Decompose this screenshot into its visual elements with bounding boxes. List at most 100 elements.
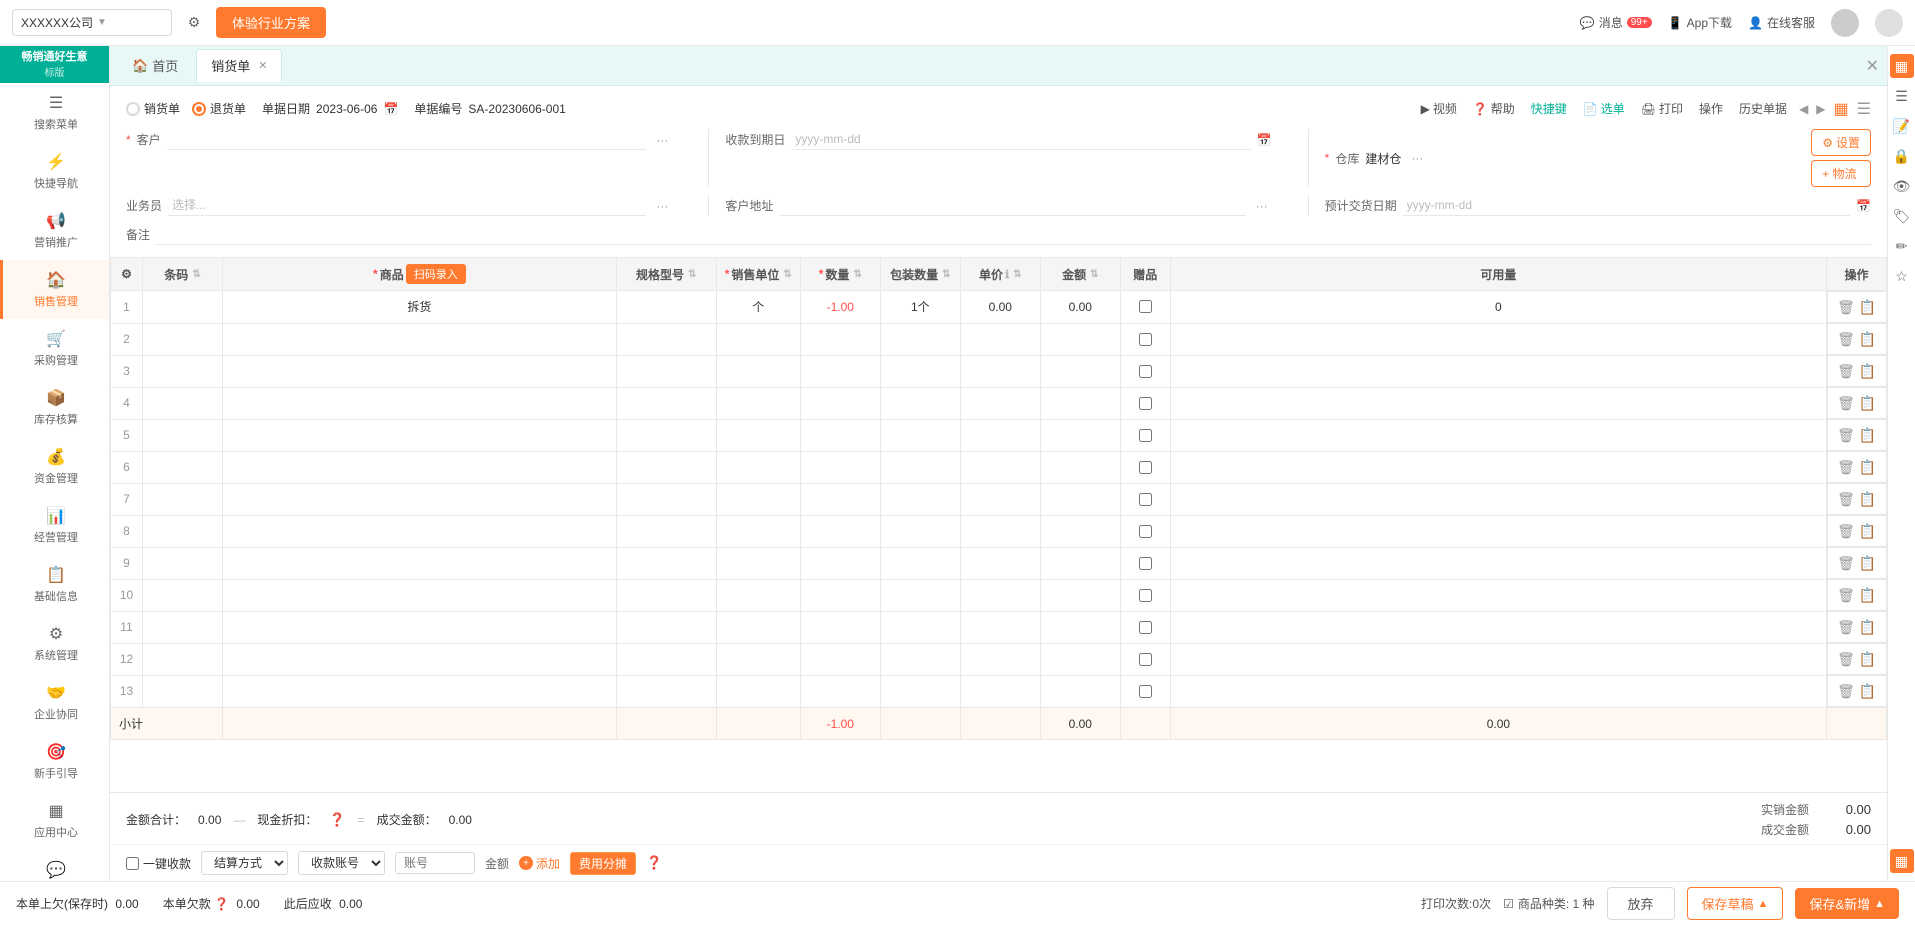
warehouse-ellipsis[interactable]: ··· (1407, 151, 1427, 165)
sidebar-item-search[interactable]: ☰ 搜索菜单 (0, 83, 109, 142)
message-item[interactable]: 💬 消息 99+ (1580, 14, 1652, 31)
row1-price[interactable]: 0.00 (960, 291, 1040, 324)
one-key-payment-checkbox[interactable]: 一键收款 (126, 855, 191, 872)
row1-qty[interactable]: -1.00 (800, 291, 880, 324)
row6-del[interactable]: 🗑 (1837, 459, 1855, 476)
th-settings[interactable]: ⚙ (111, 258, 143, 291)
customer-ellipsis[interactable]: ··· (652, 133, 672, 147)
right-panel-tag-icon[interactable]: 🏷 (1890, 204, 1914, 228)
row1-barcode[interactable] (143, 291, 223, 324)
company-selector[interactable]: XXXXXX公司 ▼ (12, 9, 172, 36)
row5-copy[interactable]: 📋 (1859, 427, 1876, 444)
pack-qty-sort-icon[interactable]: ⇅ (942, 269, 950, 280)
sidebar-item-operation[interactable]: 📊 经营管理 (0, 496, 109, 555)
fee-distribution-btn[interactable]: 费用分摊 (570, 852, 636, 875)
row12-del[interactable]: 🗑 (1837, 651, 1855, 668)
row13-copy[interactable]: 📋 (1859, 683, 1876, 700)
table-settings-icon[interactable]: ⚙ (121, 267, 132, 281)
right-panel-grid-icon[interactable]: ▦ (1890, 54, 1914, 78)
sidebar-item-wechat[interactable]: 💬 企业微信 (0, 850, 109, 881)
price-sort-icon[interactable]: ⇅ (1013, 269, 1021, 280)
sidebar-item-basic[interactable]: 📋 基础信息 (0, 555, 109, 614)
sidebar-item-marketing[interactable]: 📢 营销推广 (0, 201, 109, 260)
customer-input[interactable] (167, 129, 647, 150)
one-key-cb[interactable] (126, 857, 139, 870)
row10-del[interactable]: 🗑 (1837, 587, 1855, 604)
online-service-item[interactable]: 👤 在线客服 (1748, 14, 1815, 31)
address-ellipsis[interactable]: ··· (1252, 199, 1272, 213)
row4-del[interactable]: 🗑 (1837, 395, 1855, 412)
receive-calendar-icon[interactable]: 📅 (1257, 133, 1272, 147)
tab-close-icon[interactable]: ✕ (258, 59, 267, 72)
expected-date-input[interactable] (1403, 195, 1850, 216)
row5-del[interactable]: 🗑 (1837, 427, 1855, 444)
expected-calendar-icon[interactable]: 📅 (1856, 199, 1871, 213)
right-panel-note-icon[interactable]: 📝 (1890, 114, 1914, 138)
shortcut-btn[interactable]: 快捷键 (1527, 98, 1571, 119)
sidebar-item-enterprise[interactable]: 🤝 企业协同 (0, 673, 109, 732)
row9-del[interactable]: 🗑 (1837, 555, 1855, 572)
sidebar-item-system[interactable]: ⚙ 系统管理 (0, 614, 109, 673)
setting-button[interactable]: ⚙ 设置 (1811, 129, 1871, 156)
add-payment-btn[interactable]: + 添加 (519, 855, 560, 872)
discount-help-icon[interactable]: ❓ (329, 812, 345, 828)
row6-gift-cb[interactable] (1139, 461, 1152, 474)
logistics-button[interactable]: + 物流 (1811, 160, 1871, 187)
row3-copy[interactable]: 📋 (1859, 363, 1876, 380)
row6-copy[interactable]: 📋 (1859, 459, 1876, 476)
trial-button[interactable]: 体验行业方案 (216, 7, 326, 38)
help-btn[interactable]: ❓ 帮助 (1469, 98, 1519, 119)
row9-copy[interactable]: 📋 (1859, 555, 1876, 572)
right-panel-list-icon[interactable]: ☰ (1890, 84, 1914, 108)
grid-view-icon[interactable]: ▦ (1834, 99, 1849, 119)
row10-gift-cb[interactable] (1139, 589, 1152, 602)
return-order-radio[interactable]: 退货单 (192, 100, 246, 117)
save-draft-button[interactable]: 保存草稿 ▲ (1687, 887, 1784, 920)
barcode-sort-icon[interactable]: ⇅ (192, 269, 200, 280)
row8-del[interactable]: 🗑 (1837, 523, 1855, 540)
avatar[interactable] (1831, 9, 1859, 37)
sidebar-item-guide[interactable]: 🎯 新手引导 (0, 732, 109, 791)
date-calendar-icon[interactable]: 📅 (383, 102, 398, 116)
account-select[interactable]: 收款账号 (298, 851, 385, 875)
fee-help-icon[interactable]: ❓ (646, 855, 662, 871)
row2-copy[interactable]: 📋 (1859, 331, 1876, 348)
operation-btn[interactable]: 操作 (1695, 98, 1727, 119)
sales-order-radio[interactable]: 销货单 (126, 100, 180, 117)
spec-sort-icon[interactable]: ⇅ (688, 269, 696, 280)
row9-gift-cb[interactable] (1139, 557, 1152, 570)
row8-gift-cb[interactable] (1139, 525, 1152, 538)
right-panel-star-icon[interactable]: ☆ (1890, 264, 1914, 288)
settlement-method-select[interactable]: 结算方式 (201, 851, 288, 875)
row2-gift-cb[interactable] (1139, 333, 1152, 346)
customer-address-input[interactable] (779, 195, 1245, 216)
row13-del[interactable]: 🗑 (1837, 683, 1855, 700)
settings-icon[interactable]: ⚙ (180, 9, 208, 37)
row1-gift-checkbox[interactable] (1139, 300, 1152, 313)
price-info-icon[interactable]: ℹ (1005, 268, 1009, 281)
row2-del[interactable]: 🗑 (1837, 331, 1855, 348)
row7-copy[interactable]: 📋 (1859, 491, 1876, 508)
prev-icon[interactable]: ◀ (1799, 102, 1808, 116)
row13-gift-cb[interactable] (1139, 685, 1152, 698)
video-btn[interactable]: ▶ 视频 (1417, 98, 1461, 119)
next-icon[interactable]: ▶ (1816, 102, 1825, 116)
row11-del[interactable]: 🗑 (1837, 619, 1855, 636)
tab-sales-order[interactable]: 销货单 ✕ (196, 49, 282, 82)
right-panel-eye-icon[interactable]: 👁 (1890, 174, 1914, 198)
row10-copy[interactable]: 📋 (1859, 587, 1876, 604)
print-btn[interactable]: 🖨 打印 (1637, 98, 1687, 119)
row11-copy[interactable]: 📋 (1859, 619, 1876, 636)
sidebar-item-finance[interactable]: 💰 资金管理 (0, 437, 109, 496)
qty-sort-icon[interactable]: ⇅ (853, 269, 861, 280)
sidebar-item-purchase[interactable]: 🛒 采购管理 (0, 319, 109, 378)
row5-gift-cb[interactable] (1139, 429, 1152, 442)
app-download-item[interactable]: 📱 App下载 (1668, 14, 1732, 31)
row1-gift[interactable] (1120, 291, 1170, 324)
remarks-input[interactable] (156, 224, 1871, 245)
amount-sort-icon[interactable]: ⇅ (1090, 269, 1098, 280)
row7-gift-cb[interactable] (1139, 493, 1152, 506)
salesman-ellipsis[interactable]: ··· (652, 199, 672, 213)
product-type-selector[interactable]: ☑ 商品种类: 1 种 (1503, 895, 1594, 912)
row1-copy-icon[interactable]: 📋 (1859, 299, 1876, 316)
